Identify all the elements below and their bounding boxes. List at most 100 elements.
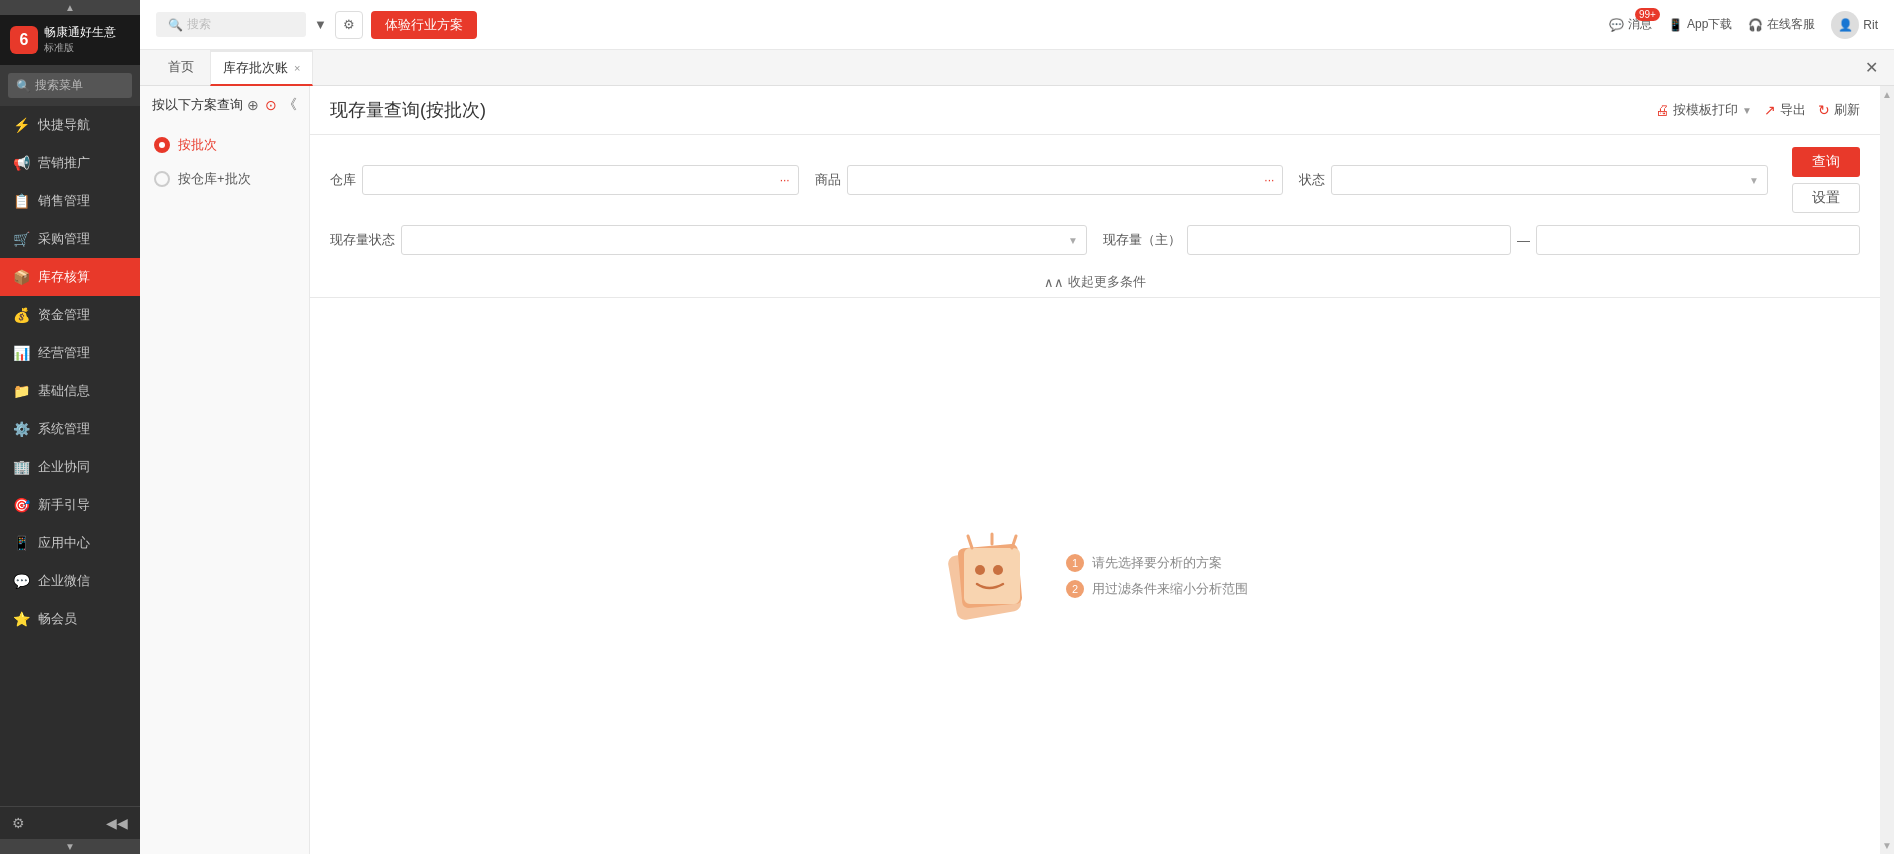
product-filter: 商品 ··· — [815, 165, 1284, 195]
stock-qty-dash: — — [1517, 233, 1530, 248]
app-download-btn[interactable]: 📱 App下载 — [1668, 16, 1732, 33]
status-select[interactable]: ▼ — [1331, 165, 1768, 195]
tip-text-1: 请先选择要分析的方案 — [1092, 554, 1222, 572]
tip-text-2: 用过滤条件来缩小分析范围 — [1092, 580, 1248, 598]
stock-qty-from[interactable] — [1187, 225, 1511, 255]
add-scheme-btn[interactable]: ⊕ — [247, 97, 259, 113]
stock-status-label: 现存量状态 — [330, 231, 395, 249]
product-label: 商品 — [815, 171, 841, 189]
tab-close-btn[interactable]: × — [294, 62, 300, 74]
purchase-icon: 🛒 — [12, 230, 30, 248]
stock-qty-to[interactable] — [1536, 225, 1860, 255]
product-more-icon[interactable]: ··· — [1264, 173, 1274, 187]
message-badge: 99+ — [1635, 8, 1660, 21]
collapse-filters-btn[interactable]: ∧∧ 收起更多条件 — [330, 267, 1860, 297]
tip-item-2: 2 用过滤条件来缩小分析范围 — [1066, 580, 1248, 598]
warehouse-more-icon[interactable]: ··· — [780, 173, 790, 187]
search-dropdown-btn[interactable]: ▼ — [314, 17, 327, 32]
online-service-btn[interactable]: 🎧 在线客服 — [1748, 16, 1815, 33]
sidebar-item-enterprise[interactable]: 🏢 企业协同 — [0, 448, 140, 486]
warehouse-filter: 仓库 ··· — [330, 165, 799, 195]
top-bar-left: 🔍 搜索 ▼ ⚙ 体验行业方案 — [156, 11, 1597, 39]
operations-icon: 📊 — [12, 344, 30, 362]
left-panel-actions: ⊕ ⊙ 《 — [247, 96, 297, 114]
sidebar-item-system[interactable]: ⚙️ 系统管理 — [0, 410, 140, 448]
left-panel: 按以下方案查询 ⊕ ⊙ 《 按批次 — [140, 86, 310, 854]
current-tab-label: 库存批次账 — [223, 59, 288, 77]
sidebar-item-finance[interactable]: 💰 资金管理 — [0, 296, 140, 334]
tip-number-2: 2 — [1066, 580, 1084, 598]
experience-btn[interactable]: 体验行业方案 — [371, 11, 477, 39]
top-bar: 🔍 搜索 ▼ ⚙ 体验行业方案 💬 消息 99+ 📱 App下载 — [140, 0, 1894, 50]
sidebar-brand: 畅康通好生意 标准版 — [44, 25, 116, 55]
sidebar-item-purchase[interactable]: 🛒 采购管理 — [0, 220, 140, 258]
sidebar-item-quick-nav[interactable]: ⚡ 快捷导航 — [0, 106, 140, 144]
scroll-up-btn[interactable]: ▲ — [1879, 86, 1894, 103]
collapse-icon: ∧∧ — [1044, 275, 1064, 290]
status-label: 状态 — [1299, 171, 1325, 189]
sidebar-item-new-guide[interactable]: 🎯 新手引导 — [0, 486, 140, 524]
stock-qty-label: 现存量（主） — [1103, 231, 1181, 249]
export-icon: ↗ — [1764, 102, 1776, 118]
query-button[interactable]: 查询 — [1792, 147, 1860, 177]
refresh-btn[interactable]: ↻ 刷新 — [1818, 101, 1860, 119]
scheme-label: 按批次 — [178, 136, 217, 154]
filter-row-1: 仓库 ··· 商品 ··· — [330, 147, 1860, 213]
sidebar-scroll-up[interactable]: ▲ — [0, 0, 140, 15]
sidebar-item-vip[interactable]: ⭐ 畅会员 — [0, 600, 140, 638]
sidebar-header: 6 畅康通好生意 标准版 — [0, 15, 140, 65]
page-title: 现存量查询(按批次) — [330, 98, 486, 122]
sidebar-item-basic-info[interactable]: 📁 基础信息 — [0, 372, 140, 410]
topbar-settings-btn[interactable]: ⚙ — [335, 11, 363, 39]
collapse-panel-icon[interactable]: 《 — [283, 96, 297, 114]
sidebar-footer: ⚙ ◀◀ — [0, 806, 140, 839]
top-bar-right: 💬 消息 99+ 📱 App下载 🎧 在线客服 👤 Rit — [1609, 11, 1878, 39]
message-btn[interactable]: 💬 消息 99+ — [1609, 16, 1652, 33]
inventory-icon: 📦 — [12, 268, 30, 286]
settings-gear-icon[interactable]: ⚙ — [12, 815, 25, 831]
scheme-label: 按仓库+批次 — [178, 170, 251, 188]
main-area: 🔍 搜索 ▼ ⚙ 体验行业方案 💬 消息 99+ 📱 App下载 — [140, 0, 1894, 854]
sidebar-search-input[interactable]: 🔍 搜索菜单 — [8, 73, 132, 98]
collapse-sidebar-icon[interactable]: ◀◀ — [106, 815, 128, 831]
scroll-down-btn[interactable]: ▼ — [1879, 837, 1894, 854]
app-center-icon: 📱 — [12, 534, 30, 552]
filter-area: 仓库 ··· 商品 ··· — [310, 135, 1880, 298]
warehouse-input[interactable]: ··· — [362, 165, 799, 195]
sidebar-item-inventory[interactable]: 📦 库存核算 — [0, 258, 140, 296]
sidebar-item-wechat[interactable]: 💬 企业微信 — [0, 562, 140, 600]
avatar: 👤 — [1831, 11, 1859, 39]
print-dropdown-icon[interactable]: ▼ — [1742, 105, 1752, 116]
top-search-box[interactable]: 🔍 搜索 — [156, 12, 306, 37]
new-guide-icon: 🎯 — [12, 496, 30, 514]
left-panel-header: 按以下方案查询 ⊕ ⊙ 《 — [140, 86, 309, 124]
tab-bar-close-btn[interactable]: ✕ — [1865, 58, 1878, 77]
page-header: 现存量查询(按批次) 🖨 按模板打印 ▼ ↗ 导出 ↻ — [310, 86, 1880, 135]
sidebar-item-marketing[interactable]: 📢 营销推广 — [0, 144, 140, 182]
setting-button[interactable]: 设置 — [1792, 183, 1860, 213]
product-input[interactable]: ··· — [847, 165, 1284, 195]
tab-bar: 首页 库存批次账 × ✕ — [140, 50, 1894, 86]
user-profile-btn[interactable]: 👤 Rit — [1831, 11, 1878, 39]
print-btn[interactable]: 🖨 按模板打印 ▼ — [1655, 101, 1752, 119]
sidebar-item-operations[interactable]: 📊 经营管理 — [0, 334, 140, 372]
sidebar-search-area[interactable]: 🔍 搜索菜单 — [0, 65, 140, 106]
export-btn[interactable]: ↗ 导出 — [1764, 101, 1806, 119]
right-scrollbar: ▲ ▼ — [1880, 86, 1894, 854]
tab-inventory-batch[interactable]: 库存批次账 × — [210, 50, 313, 86]
empty-state: 1 请先选择要分析的方案 2 用过滤条件来缩小分析范围 — [942, 526, 1248, 626]
sidebar-item-app-center[interactable]: 📱 应用中心 — [0, 524, 140, 562]
scheme-item-by-batch[interactable]: 按批次 — [140, 128, 309, 162]
stock-status-select[interactable]: ▼ — [401, 225, 1087, 255]
scheme-settings-icon[interactable]: ⊙ — [265, 97, 277, 113]
status-dropdown-icon: ▼ — [1749, 175, 1759, 186]
sidebar-scroll-down[interactable]: ▼ — [0, 839, 140, 854]
wechat-icon: 💬 — [12, 572, 30, 590]
content-area: 按以下方案查询 ⊕ ⊙ 《 按批次 — [140, 86, 1894, 854]
sidebar-item-sales[interactable]: 📋 销售管理 — [0, 182, 140, 220]
enterprise-icon: 🏢 — [12, 458, 30, 476]
stock-qty-filter: 现存量（主） — — [1103, 225, 1860, 255]
marketing-icon: 📢 — [12, 154, 30, 172]
tab-home[interactable]: 首页 — [156, 50, 206, 86]
scheme-item-by-warehouse-batch[interactable]: 按仓库+批次 — [140, 162, 309, 196]
